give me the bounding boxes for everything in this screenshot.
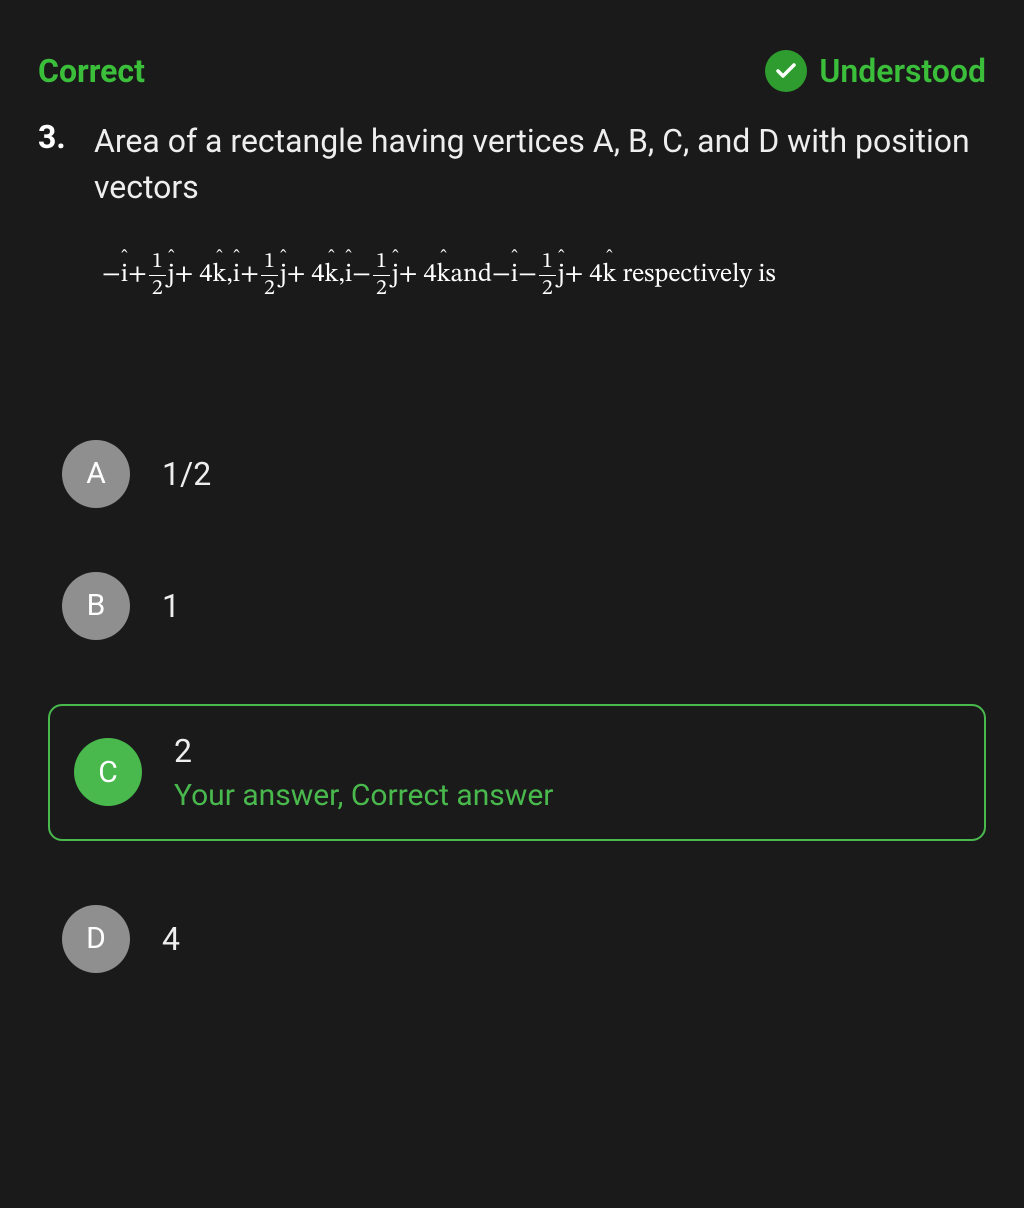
option-a[interactable]: A 1/2: [48, 440, 986, 508]
option-b[interactable]: B1: [48, 572, 986, 640]
option-label: 2: [174, 732, 553, 770]
option-bubble: A: [62, 440, 130, 508]
option-c[interactable]: C2 Your answer, Correct answer: [48, 704, 986, 841]
question-number: 3.: [38, 118, 76, 211]
question-text: Area of a rectangle having vertices A, B…: [94, 118, 986, 211]
option-label: 4: [162, 920, 180, 958]
options-list: A 1/2 B1 C2 Your answer, Correct answer D4: [48, 440, 986, 973]
question-header: Correct Understood: [38, 50, 986, 92]
understood-button[interactable]: Understood: [765, 50, 986, 92]
option-bubble: D: [62, 905, 130, 973]
status-label: Correct: [38, 52, 145, 90]
option-label: 1: [162, 587, 180, 625]
option-label: 1/2: [162, 455, 211, 493]
option-d[interactable]: D4: [48, 905, 986, 973]
check-icon: [765, 50, 807, 92]
option-bubble: B: [62, 572, 130, 640]
option-bubble: C: [74, 738, 142, 806]
answer-feedback: Your answer, Correct answer: [174, 778, 553, 813]
understood-label: Understood: [819, 52, 986, 90]
question-equation: −i + 12j + 4k, i + 12j + 4k, i − 12j + 4…: [102, 251, 986, 300]
question-row: 3. Area of a rectangle having vertices A…: [38, 118, 986, 211]
